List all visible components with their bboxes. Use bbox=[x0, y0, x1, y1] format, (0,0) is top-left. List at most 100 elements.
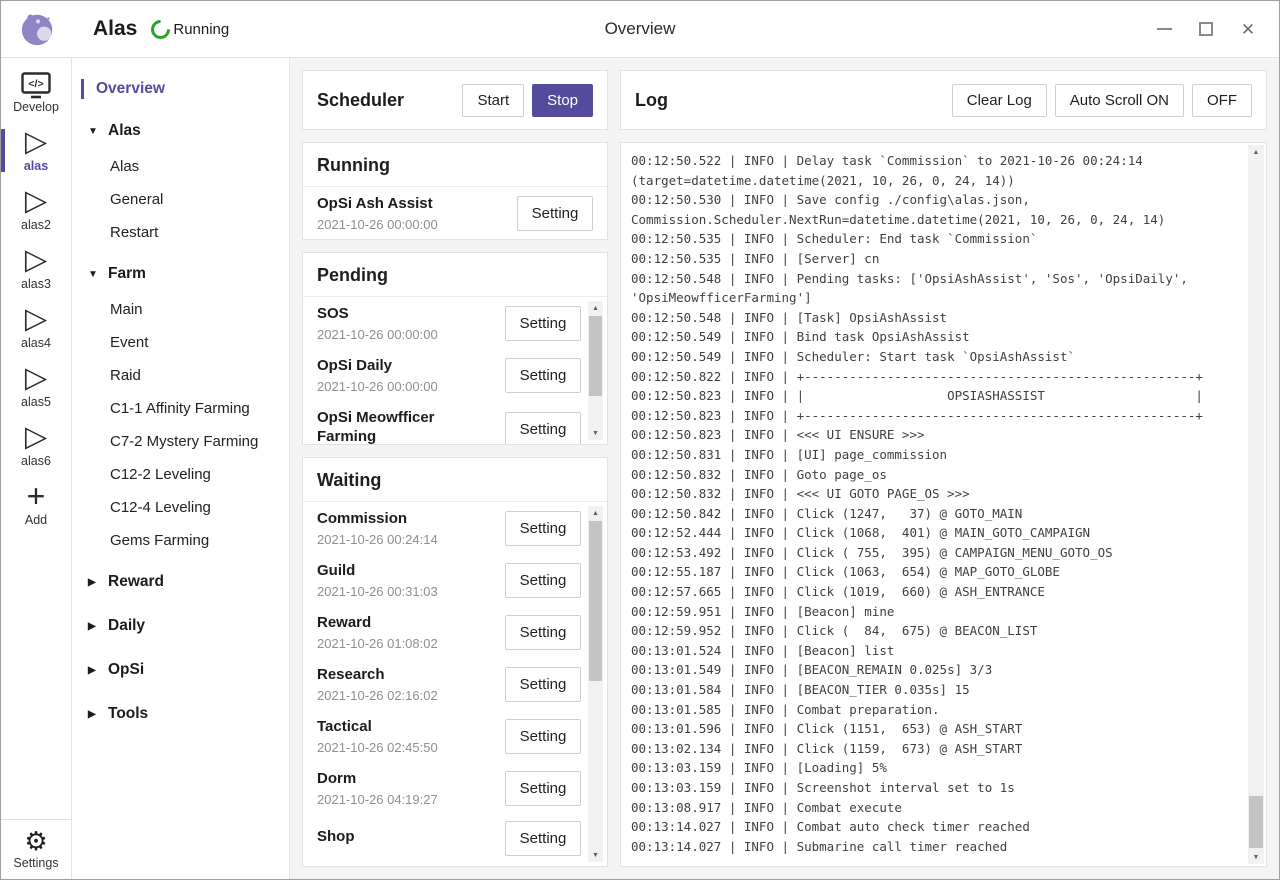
task-time: 2021-10-26 00:24:14 bbox=[317, 532, 465, 547]
clear-log-button[interactable]: Clear Log bbox=[952, 84, 1047, 117]
maximize-button[interactable] bbox=[1197, 20, 1215, 38]
rail-item-label: alas4 bbox=[21, 336, 51, 350]
log-lines: 00:12:50.522 | INFO | Delay task `Commis… bbox=[631, 151, 1238, 856]
nav-group-header[interactable]: ▼ Farm bbox=[72, 255, 289, 293]
task-name: Commission bbox=[317, 509, 465, 528]
log-line: 00:12:50.823 | INFO | +-----------------… bbox=[631, 406, 1238, 426]
autoscroll-off-button[interactable]: OFF bbox=[1192, 84, 1252, 117]
task-setting-button[interactable]: Setting bbox=[517, 196, 593, 231]
log-line: 00:12:55.187 | INFO | Click (1063, 654) … bbox=[631, 562, 1238, 582]
task-setting-button[interactable]: Setting bbox=[505, 511, 581, 546]
scroll-thumb[interactable] bbox=[1249, 796, 1263, 848]
rail-item-alas4[interactable]: ▷ alas4 bbox=[1, 298, 71, 357]
rail-item-alas[interactable]: ▷ alas bbox=[1, 121, 71, 180]
titlebar: Alas Running Overview ✕ bbox=[1, 1, 1279, 58]
play-icon: ▷ bbox=[25, 363, 47, 394]
nav-group-header[interactable]: ▶ Reward bbox=[72, 563, 289, 601]
rail-item-develop[interactable]: </> Develop bbox=[1, 66, 71, 121]
scroll-thumb[interactable] bbox=[589, 521, 602, 681]
rail-item-alas3[interactable]: ▷ alas3 bbox=[1, 239, 71, 298]
running-card: Running OpSi Ash Assist 2021-10-26 00:00… bbox=[302, 142, 608, 240]
scroll-down-icon[interactable]: ▼ bbox=[588, 426, 603, 440]
log-header-card: Log Clear Log Auto Scroll ON OFF bbox=[620, 70, 1267, 130]
nav-group-header[interactable]: ▶ Daily bbox=[72, 607, 289, 645]
nav-item[interactable]: C12-2 Leveling bbox=[72, 458, 289, 491]
task-setting-button[interactable]: Setting bbox=[505, 719, 581, 754]
nav-item[interactable]: C7-2 Mystery Farming bbox=[72, 425, 289, 458]
task-row: Reward 2021-10-26 01:08:02 Setting bbox=[303, 606, 581, 658]
task-name: OpSi Daily bbox=[317, 356, 465, 375]
log-line: 00:12:59.951 | INFO | [Beacon] mine bbox=[631, 602, 1238, 622]
waiting-scrollbar[interactable]: ▲ ▼ bbox=[588, 506, 603, 862]
nav-group-header[interactable]: ▶ Tools bbox=[72, 695, 289, 733]
task-time: 2021-10-26 01:08:02 bbox=[317, 636, 465, 651]
log-line: 'OpsiMeowfficerFarming'] bbox=[631, 288, 1238, 308]
log-line: 00:12:50.822 | INFO | +-----------------… bbox=[631, 367, 1238, 387]
log-line: 00:12:50.522 | INFO | Delay task `Commis… bbox=[631, 151, 1238, 171]
nav-item[interactable]: C1-1 Affinity Farming bbox=[72, 392, 289, 425]
nav-item[interactable]: Main bbox=[72, 293, 289, 326]
task-setting-button[interactable]: Setting bbox=[505, 667, 581, 702]
task-setting-button[interactable]: Setting bbox=[505, 412, 581, 445]
nav-item[interactable]: Gems Farming bbox=[72, 524, 289, 557]
scroll-up-icon[interactable]: ▲ bbox=[1248, 145, 1264, 159]
stop-button[interactable]: Stop bbox=[532, 84, 593, 117]
nav-item[interactable]: C12-4 Leveling bbox=[72, 491, 289, 524]
scheduler-header-card: Scheduler Start Stop bbox=[302, 70, 608, 130]
rail-item-alas6[interactable]: ▷ alas6 bbox=[1, 416, 71, 475]
rail-item-label: alas bbox=[24, 159, 48, 173]
nav-item-overview[interactable]: Overview bbox=[72, 72, 289, 106]
alas-logo-icon bbox=[19, 10, 57, 48]
waiting-card: Waiting Commission 2021-10-26 00:24:14 S… bbox=[302, 457, 608, 867]
nav-item[interactable]: Alas bbox=[72, 150, 289, 183]
scroll-up-icon[interactable]: ▲ bbox=[588, 301, 603, 315]
rail-item-alas2[interactable]: ▷ alas2 bbox=[1, 180, 71, 239]
play-icon: ▷ bbox=[25, 422, 47, 453]
close-button[interactable]: ✕ bbox=[1239, 20, 1257, 38]
task-setting-button[interactable]: Setting bbox=[505, 563, 581, 598]
pending-scrollbar[interactable]: ▲ ▼ bbox=[588, 301, 603, 440]
nav-group-header[interactable]: ▶ OpSi bbox=[72, 651, 289, 689]
nav-item[interactable]: Event bbox=[72, 326, 289, 359]
task-setting-button[interactable]: Setting bbox=[505, 615, 581, 650]
rail-item-label: alas3 bbox=[21, 277, 51, 291]
rail-item-label: Add bbox=[25, 513, 47, 527]
chevron-icon: ▶ bbox=[88, 621, 99, 632]
scroll-down-icon[interactable]: ▼ bbox=[1248, 850, 1264, 864]
task-row: Shop Setting bbox=[303, 814, 581, 863]
rail-item-alas5[interactable]: ▷ alas5 bbox=[1, 357, 71, 416]
nav-item[interactable]: Restart bbox=[72, 216, 289, 249]
rail-item-settings[interactable]: ⚙ Settings bbox=[1, 819, 71, 879]
task-time: 2021-10-26 00:00:00 bbox=[317, 327, 465, 342]
scroll-down-icon[interactable]: ▼ bbox=[588, 848, 603, 862]
log-column: Log Clear Log Auto Scroll ON OFF 00:12:5… bbox=[620, 70, 1267, 867]
task-setting-button[interactable]: Setting bbox=[505, 821, 581, 856]
task-time: 2021-10-26 02:16:02 bbox=[317, 688, 465, 703]
scroll-thumb[interactable] bbox=[589, 316, 602, 396]
minimize-button[interactable] bbox=[1155, 20, 1173, 38]
nav-item[interactable]: Raid bbox=[72, 359, 289, 392]
log-line: 00:13:03.159 | INFO | Screenshot interva… bbox=[631, 778, 1238, 798]
log-title: Log bbox=[635, 90, 668, 111]
log-scrollbar[interactable]: ▲ ▼ bbox=[1248, 145, 1264, 864]
rail-item-add[interactable]: + Add bbox=[1, 475, 71, 534]
plus-icon: + bbox=[27, 481, 46, 512]
log-line: 00:13:01.549 | INFO | [BEACON_REMAIN 0.0… bbox=[631, 660, 1238, 680]
play-icon: ▷ bbox=[25, 304, 47, 335]
pending-title: Pending bbox=[303, 253, 607, 297]
app-title: Alas bbox=[93, 17, 137, 41]
task-name: Dorm bbox=[317, 769, 465, 788]
task-setting-button[interactable]: Setting bbox=[505, 358, 581, 393]
play-icon: ▷ bbox=[25, 127, 47, 158]
task-setting-button[interactable]: Setting bbox=[505, 771, 581, 806]
log-line: 00:13:01.585 | INFO | Combat preparation… bbox=[631, 700, 1238, 720]
window-controls: ✕ bbox=[1155, 20, 1261, 38]
scroll-up-icon[interactable]: ▲ bbox=[588, 506, 603, 520]
task-setting-button[interactable]: Setting bbox=[505, 306, 581, 341]
log-line: 00:12:50.832 | INFO | Goto page_os bbox=[631, 465, 1238, 485]
nav-item[interactable]: General bbox=[72, 183, 289, 216]
autoscroll-on-button[interactable]: Auto Scroll ON bbox=[1055, 84, 1184, 117]
task-name: SOS bbox=[317, 304, 465, 323]
nav-group-header[interactable]: ▼ Alas bbox=[72, 112, 289, 150]
start-button[interactable]: Start bbox=[462, 84, 524, 117]
